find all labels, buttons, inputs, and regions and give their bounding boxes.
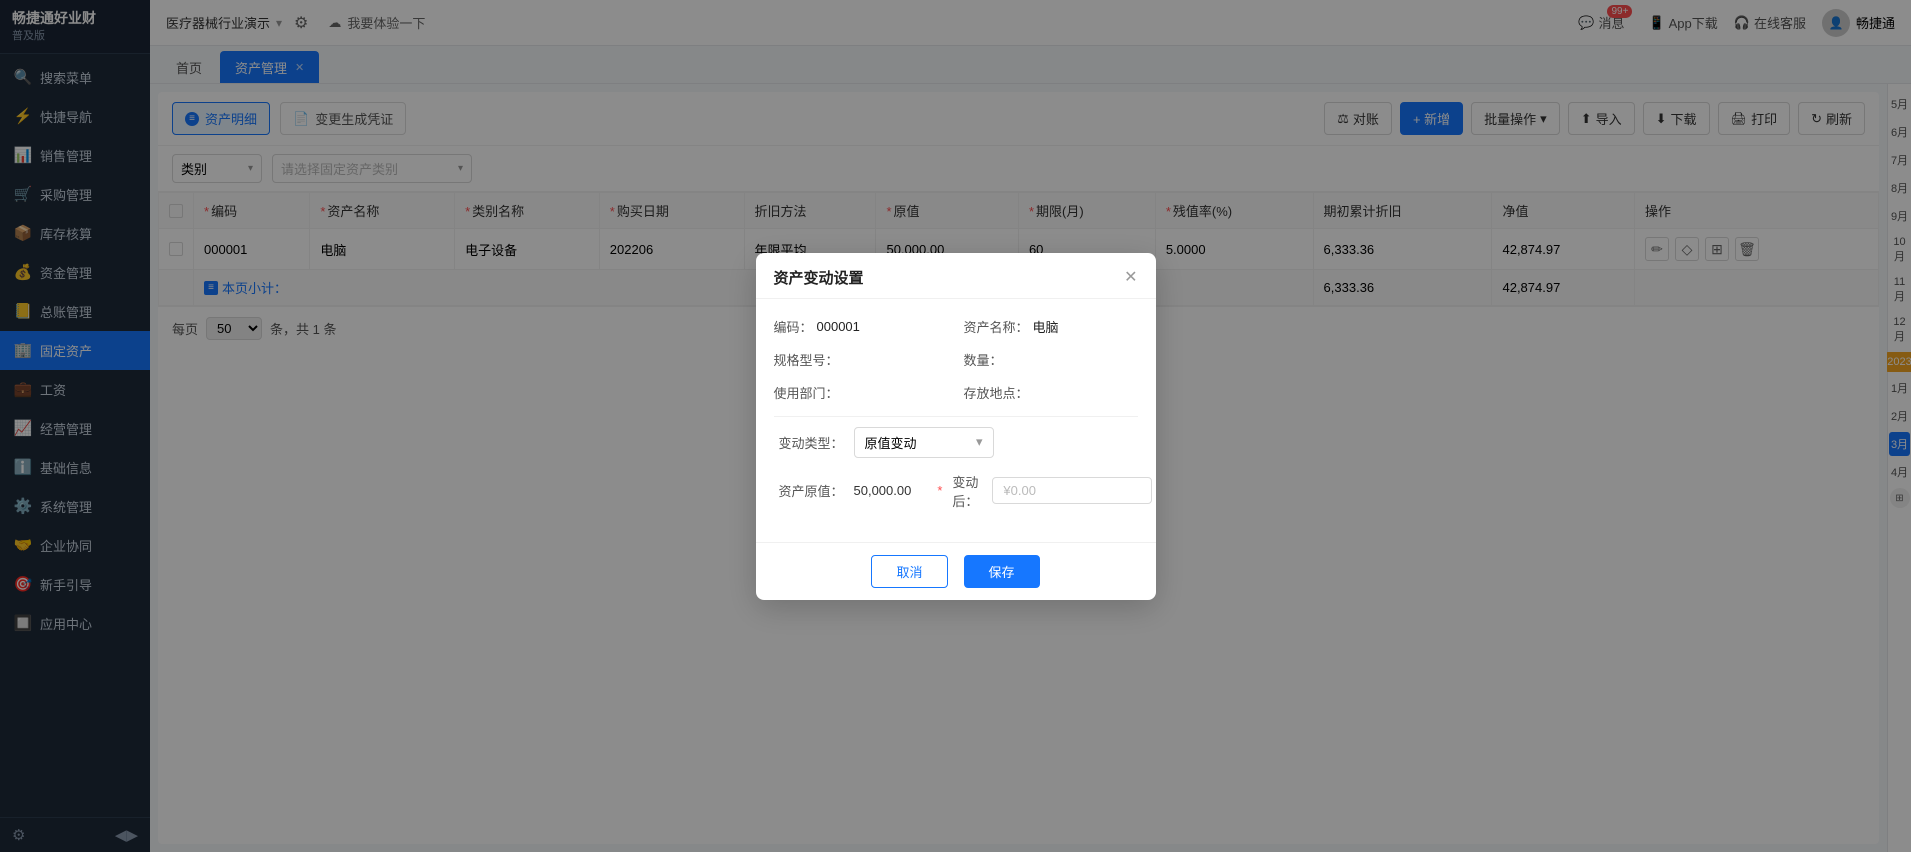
dialog-close-icon[interactable]: ✕: [1124, 267, 1137, 287]
dialog-field-code: 编码： 000001: [774, 317, 948, 336]
dialog-footer: 取消 保存: [756, 542, 1156, 600]
dialog-value-row: 资产原值： 50,000.00 * 变动后：: [774, 472, 1138, 510]
dialog-header: 资产变动设置 ✕: [756, 253, 1156, 299]
dialog-title: 资产变动设置: [774, 267, 864, 288]
dialog-field-dept: 使用部门：: [774, 383, 948, 402]
required-mark: *: [937, 483, 942, 498]
change-type-value: 原值变动: [865, 433, 917, 452]
dialog-overlay: 资产变动设置 ✕ 编码： 000001 资产名称： 电脑 规格型号：: [0, 0, 1911, 852]
dialog-divider: [774, 416, 1138, 417]
dialog-body: 编码： 000001 资产名称： 电脑 规格型号： 数量：: [756, 299, 1156, 542]
dialog-field-quantity: 数量：: [964, 350, 1138, 369]
after-change-label: 变动后：: [952, 472, 978, 510]
dialog-save-button[interactable]: 保存: [964, 555, 1040, 588]
original-value-label: 资产原值：: [774, 481, 844, 500]
change-type-chevron-icon: ▾: [976, 434, 983, 450]
dialog-field-model: 规格型号：: [774, 350, 948, 369]
change-type-select[interactable]: 原值变动 ▾: [854, 427, 994, 458]
dialog-change-type-row: 变动类型： 原值变动 ▾: [774, 427, 1138, 458]
dialog-row-2: 规格型号： 数量：: [774, 350, 1138, 369]
dialog-field-location: 存放地点：: [964, 383, 1138, 402]
change-type-label: 变动类型：: [774, 433, 844, 452]
dialog-row-3: 使用部门： 存放地点：: [774, 383, 1138, 402]
dialog-row-1: 编码： 000001 资产名称： 电脑: [774, 317, 1138, 336]
original-value-value: 50,000.00: [854, 483, 912, 498]
dialog-field-name: 资产名称： 电脑: [964, 317, 1138, 336]
after-change-input[interactable]: [992, 477, 1152, 504]
dialog-cancel-button[interactable]: 取消: [871, 555, 947, 588]
asset-change-dialog: 资产变动设置 ✕ 编码： 000001 资产名称： 电脑 规格型号：: [756, 253, 1156, 600]
